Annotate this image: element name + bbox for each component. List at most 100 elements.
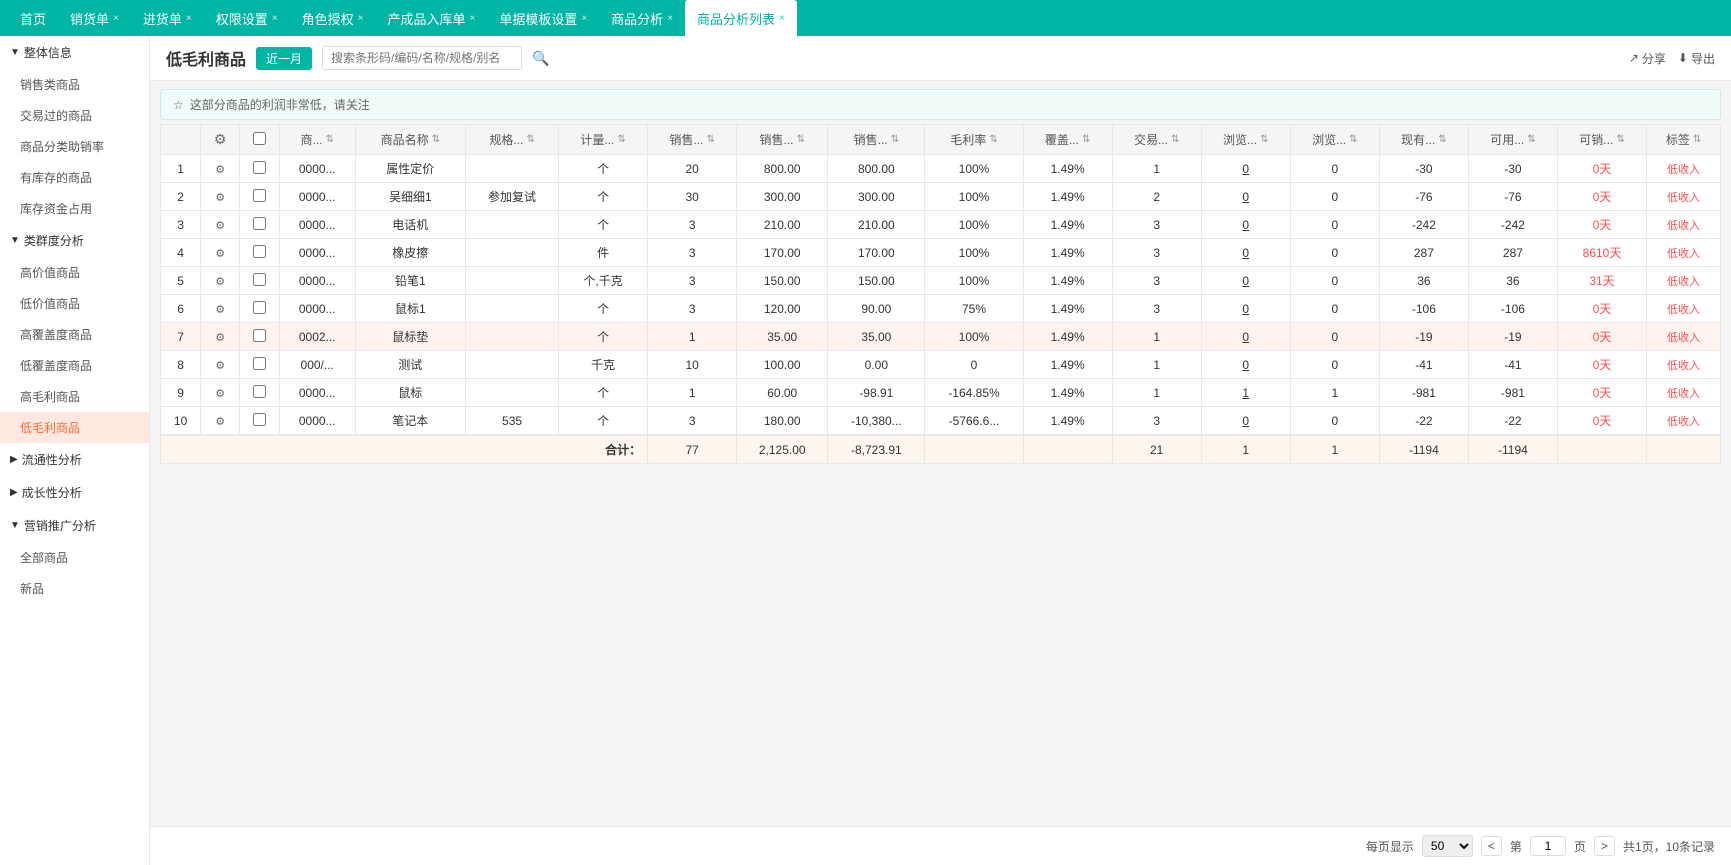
sort-browse1[interactable]: 浏览...⇅ (1223, 131, 1268, 148)
sidebar-group-营销推广分析[interactable]: ▼营销推广分析 (0, 509, 149, 542)
sidebar-item-商品分类助销率[interactable]: 商品分类助销率 (0, 131, 149, 162)
nav-close-icon[interactable]: × (779, 13, 785, 24)
cell-settings[interactable]: ⚙ (201, 351, 240, 379)
cell-browse1-link[interactable]: 0 (1242, 274, 1249, 288)
nav-close-icon[interactable]: × (113, 13, 119, 24)
sort-saleable[interactable]: 可销...⇅ (1579, 131, 1624, 148)
cell-checkbox[interactable] (240, 155, 280, 183)
row-settings-icon[interactable]: ⚙ (215, 304, 225, 316)
nav-close-icon[interactable]: × (272, 13, 278, 24)
sidebar-item-全部商品[interactable]: 全部商品 (0, 542, 149, 573)
sort-available[interactable]: 可用...⇅ (1490, 131, 1535, 148)
nav-item-角色授权[interactable]: 角色授权× (290, 0, 376, 36)
share-button[interactable]: ↗ 分享 (1629, 50, 1666, 67)
cell-browse1-link[interactable]: 0 (1242, 218, 1249, 232)
nav-item-商品分析列表[interactable]: 商品分析列表× (685, 0, 797, 36)
cell-browse1-link[interactable]: 0 (1242, 190, 1249, 204)
page-size-select[interactable]: 50 100 (1422, 835, 1473, 857)
cell-browse1[interactable]: 1 (1201, 379, 1290, 407)
nav-item-进货单[interactable]: 进货单× (131, 0, 204, 36)
col-header-settings[interactable]: ⚙ (201, 125, 240, 155)
sort-sales_qty[interactable]: 销售...⇅ (669, 131, 714, 148)
nav-close-icon[interactable]: × (358, 13, 364, 24)
row-settings-icon[interactable]: ⚙ (215, 164, 225, 176)
cell-settings[interactable]: ⚙ (201, 295, 240, 323)
sidebar-item-交易过的商品[interactable]: 交易过的商品 (0, 100, 149, 131)
nav-close-icon[interactable]: × (667, 13, 673, 24)
cell-checkbox[interactable] (240, 407, 280, 436)
prev-page-button[interactable]: < (1481, 836, 1502, 856)
sort-sales_price[interactable]: 销售...⇅ (760, 131, 805, 148)
row-checkbox[interactable] (253, 273, 266, 286)
next-page-button[interactable]: > (1594, 836, 1615, 856)
row-settings-icon[interactable]: ⚙ (215, 248, 225, 260)
cell-settings[interactable]: ⚙ (201, 407, 240, 436)
sort-code[interactable]: 商...⇅ (300, 131, 333, 148)
sort-cover_rate[interactable]: 覆盖...⇅ (1045, 131, 1090, 148)
row-checkbox[interactable] (253, 217, 266, 230)
cell-checkbox[interactable] (240, 183, 280, 211)
settings-icon[interactable]: ⚙ (214, 131, 227, 147)
sidebar-item-库存资金占用[interactable]: 库存资金占用 (0, 193, 149, 224)
select-all-checkbox[interactable] (253, 132, 266, 145)
row-settings-icon[interactable]: ⚙ (215, 192, 225, 204)
nav-item-单据模板设置[interactable]: 单据模板设置× (487, 0, 599, 36)
row-checkbox[interactable] (253, 189, 266, 202)
cell-settings[interactable]: ⚙ (201, 267, 240, 295)
sort-sales_amount[interactable]: 销售...⇅ (854, 131, 899, 148)
cell-settings[interactable]: ⚙ (201, 183, 240, 211)
nav-item-销货单[interactable]: 销货单× (58, 0, 131, 36)
sidebar-item-高毛利商品[interactable]: 高毛利商品 (0, 381, 149, 412)
cell-browse1[interactable]: 0 (1201, 267, 1290, 295)
nav-item-产成品入库单[interactable]: 产成品入库单× (375, 0, 487, 36)
sidebar-item-新品[interactable]: 新品 (0, 573, 149, 604)
cell-checkbox[interactable] (240, 323, 280, 351)
cell-browse1-link[interactable]: 0 (1242, 414, 1249, 428)
time-filter-button[interactable]: 近一月 (256, 47, 312, 70)
cell-browse1[interactable]: 0 (1201, 183, 1290, 211)
cell-browse1[interactable]: 0 (1201, 239, 1290, 267)
cell-browse1-link[interactable]: 0 (1242, 358, 1249, 372)
nav-close-icon[interactable]: × (581, 13, 587, 24)
nav-item-首页[interactable]: 首页 (8, 0, 58, 36)
search-button[interactable]: 🔍 (532, 50, 549, 67)
nav-close-icon[interactable]: × (469, 13, 475, 24)
sort-gross_rate[interactable]: 毛利率⇅ (950, 131, 997, 148)
cell-checkbox[interactable] (240, 211, 280, 239)
cell-settings[interactable]: ⚙ (201, 239, 240, 267)
row-checkbox[interactable] (253, 385, 266, 398)
sidebar-group-整体信息[interactable]: ▼整体信息 (0, 36, 149, 69)
cell-browse1-link[interactable]: 0 (1242, 302, 1249, 316)
sort-browse2[interactable]: 浏览...⇅ (1312, 131, 1357, 148)
cell-browse1[interactable]: 0 (1201, 323, 1290, 351)
cell-browse1-link[interactable]: 0 (1242, 246, 1249, 260)
row-settings-icon[interactable]: ⚙ (215, 388, 225, 400)
page-number-input[interactable] (1530, 836, 1566, 856)
sidebar-group-流通性分析[interactable]: ▶流通性分析 (0, 443, 149, 476)
sidebar-group-类群度分析[interactable]: ▼类群度分析 (0, 224, 149, 257)
cell-checkbox[interactable] (240, 379, 280, 407)
sort-current_stock[interactable]: 现有...⇅ (1401, 131, 1446, 148)
row-settings-icon[interactable]: ⚙ (215, 360, 225, 372)
sidebar-item-高价值商品[interactable]: 高价值商品 (0, 257, 149, 288)
cell-browse1-link[interactable]: 1 (1242, 386, 1249, 400)
cell-browse1[interactable]: 0 (1201, 407, 1290, 436)
nav-close-icon[interactable]: × (186, 13, 192, 24)
sidebar-item-销售类商品[interactable]: 销售类商品 (0, 69, 149, 100)
cell-browse1-link[interactable]: 0 (1242, 162, 1249, 176)
cell-browse1[interactable]: 0 (1201, 351, 1290, 379)
cell-browse1[interactable]: 0 (1201, 211, 1290, 239)
sort-spec[interactable]: 规格...⇅ (489, 131, 534, 148)
cell-settings[interactable]: ⚙ (201, 323, 240, 351)
sort-tag[interactable]: 标签⇅ (1666, 131, 1701, 148)
sidebar-group-成长性分析[interactable]: ▶成长性分析 (0, 476, 149, 509)
row-checkbox[interactable] (253, 413, 266, 426)
row-checkbox[interactable] (253, 245, 266, 258)
sidebar-item-低毛利商品[interactable]: 低毛利商品 (0, 412, 149, 443)
cell-checkbox[interactable] (240, 239, 280, 267)
row-checkbox[interactable] (253, 301, 266, 314)
row-settings-icon[interactable]: ⚙ (215, 276, 225, 288)
sort-unit[interactable]: 计量...⇅ (580, 131, 625, 148)
row-settings-icon[interactable]: ⚙ (215, 416, 225, 428)
nav-item-权限设置[interactable]: 权限设置× (204, 0, 290, 36)
